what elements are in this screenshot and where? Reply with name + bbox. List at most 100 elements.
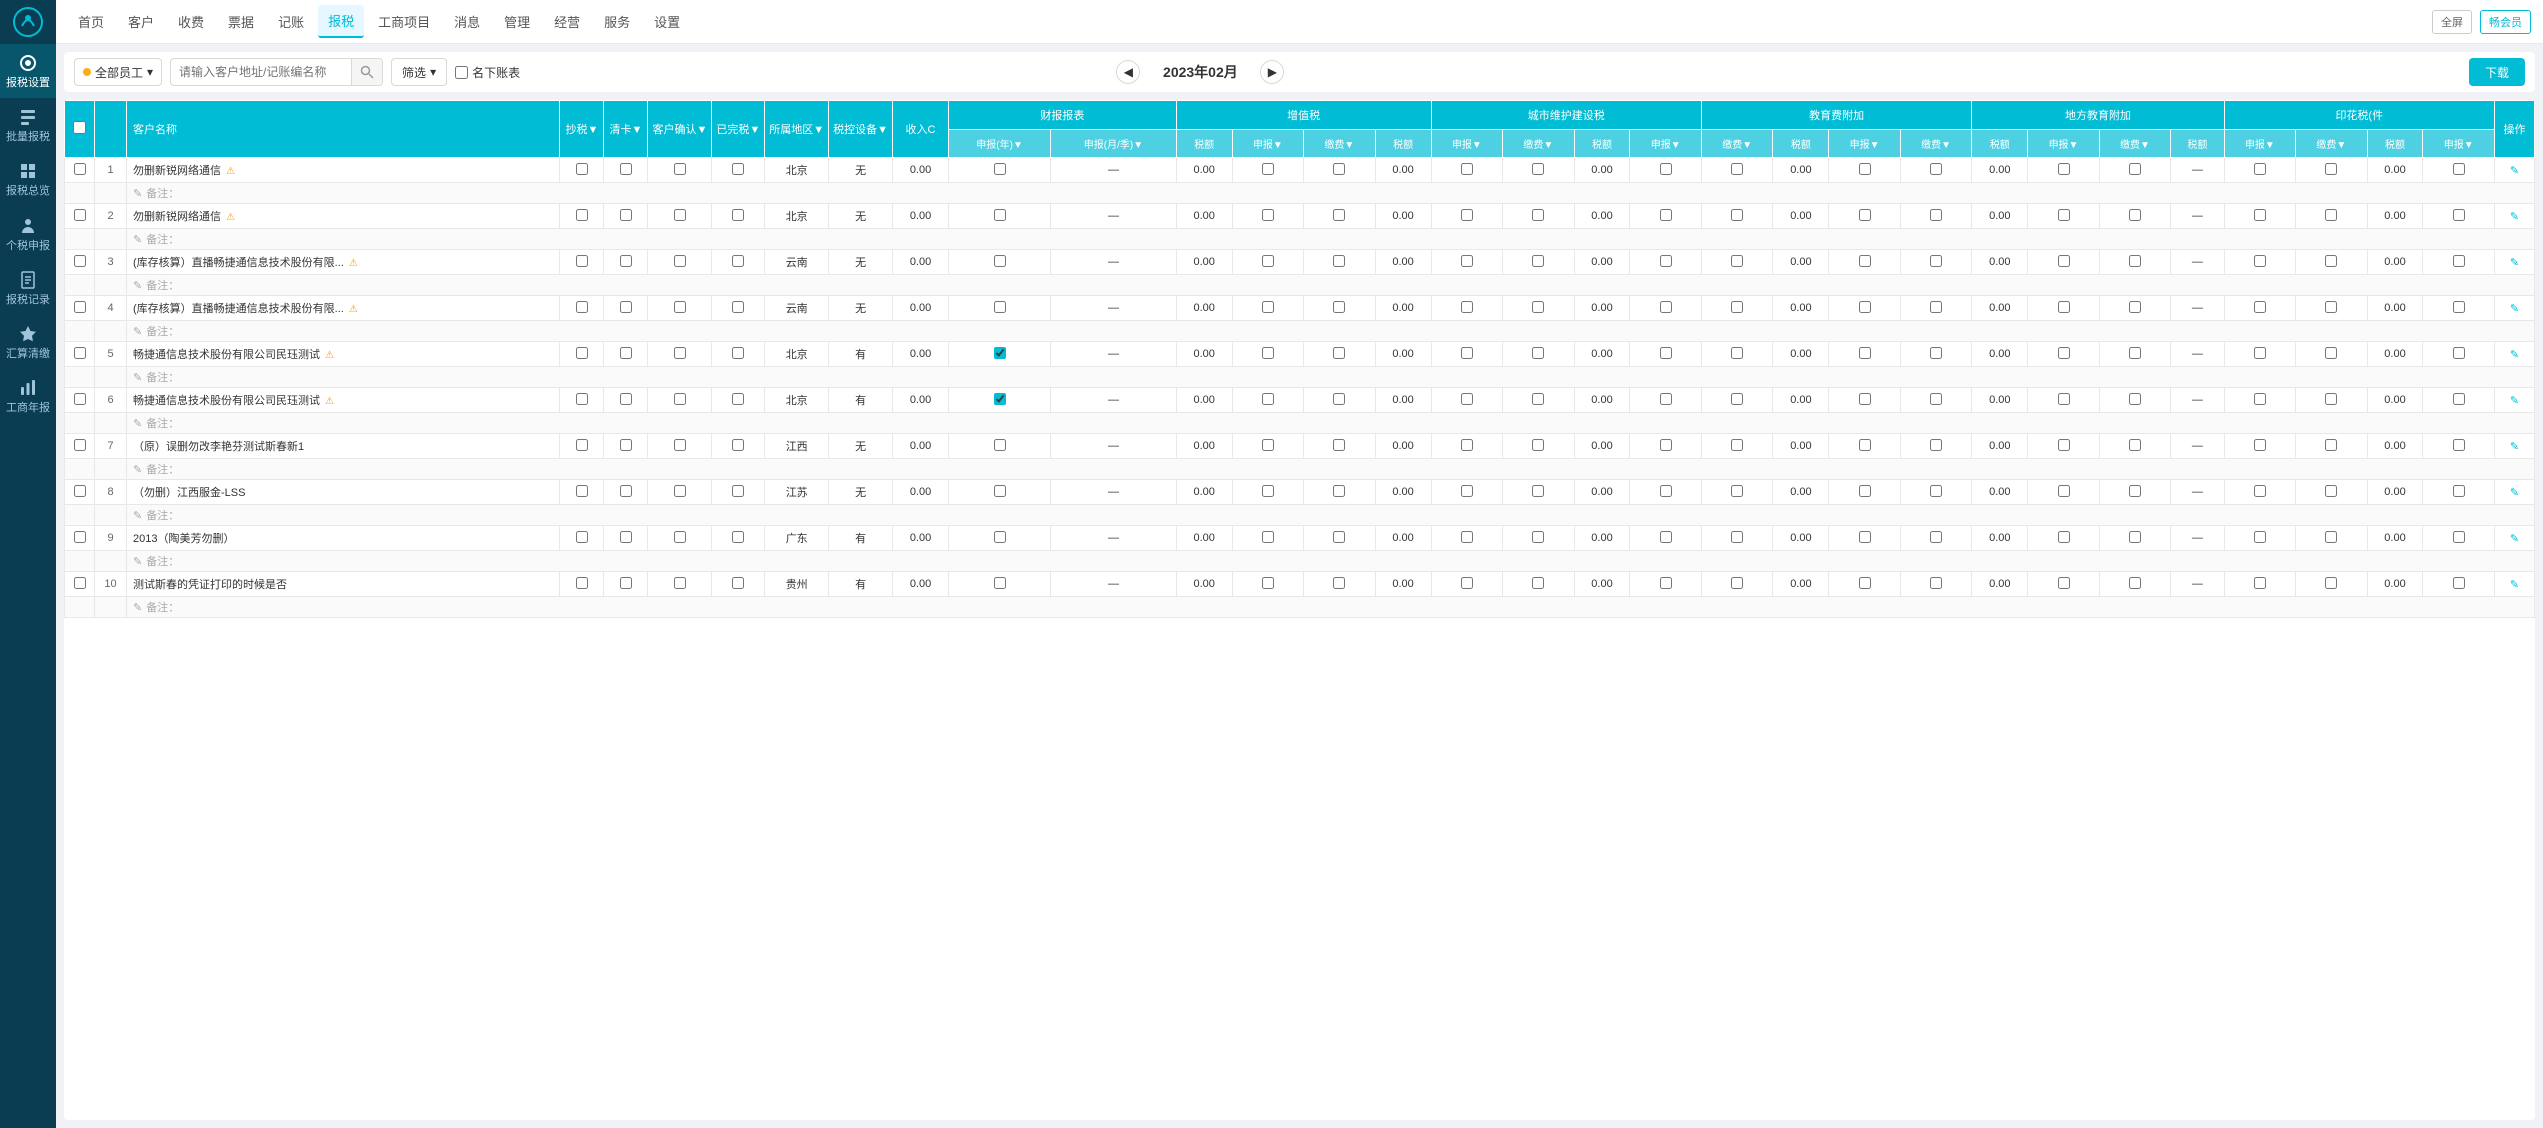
nav-message[interactable]: 消息 [444, 6, 490, 37]
next-month-button[interactable]: ▶ [1260, 60, 1284, 84]
row-cs-shen2[interactable] [1630, 572, 1702, 597]
row-zj-jiao[interactable] [1304, 296, 1376, 321]
row-qingka[interactable] [604, 204, 648, 229]
row-yh-shen2[interactable] [2423, 342, 2495, 367]
search-input[interactable] [171, 65, 351, 79]
th-qingka[interactable]: 清卡▼ [604, 101, 648, 158]
row-yh-shen2[interactable] [2423, 250, 2495, 275]
row-cs-jiao[interactable] [1503, 204, 1575, 229]
row-jy-jiao[interactable] [1701, 388, 1773, 413]
row-cs-shen2[interactable] [1630, 480, 1702, 505]
search-button[interactable] [351, 58, 382, 86]
row-yh-jiao[interactable] [2296, 250, 2368, 275]
row-jy-jiao[interactable] [1701, 250, 1773, 275]
row-yh-shen[interactable] [2224, 158, 2296, 183]
row-df-shen[interactable] [2028, 342, 2100, 367]
row-chaoshui[interactable] [560, 434, 604, 459]
th-yh-shen[interactable]: 申报▼ [2224, 130, 2296, 158]
row-jy-jiao2[interactable] [1900, 342, 1972, 367]
nav-tax[interactable]: 报税 [318, 5, 364, 38]
row-completed[interactable] [712, 250, 765, 275]
row-yh-jiao[interactable] [2296, 158, 2368, 183]
row-zj-shen[interactable] [1232, 480, 1304, 505]
row-yh-shen2[interactable] [2423, 158, 2495, 183]
row-yh-shen2[interactable] [2423, 434, 2495, 459]
row-qingka[interactable] [604, 158, 648, 183]
row-jy-jiao[interactable] [1701, 342, 1773, 367]
row-zj-jiao[interactable] [1304, 526, 1376, 551]
nav-invoice[interactable]: 票据 [218, 6, 264, 37]
row-qingka[interactable] [604, 572, 648, 597]
row-cs-shen[interactable] [1431, 572, 1503, 597]
row-cs-jiao[interactable] [1503, 296, 1575, 321]
nav-accounting[interactable]: 记账 [268, 6, 314, 37]
row-cs-shen[interactable] [1431, 388, 1503, 413]
row-df-jiao[interactable] [2099, 250, 2171, 275]
row-cs-shen2[interactable] [1630, 526, 1702, 551]
row-chaoshui[interactable] [560, 342, 604, 367]
row-yh-jiao[interactable] [2296, 434, 2368, 459]
row-jy-jiao2[interactable] [1900, 526, 1972, 551]
th-cs-jiao[interactable]: 缴费▼ [1503, 130, 1575, 158]
row-df-jiao[interactable] [2099, 158, 2171, 183]
row-yh-jiao[interactable] [2296, 204, 2368, 229]
row-caibao-year[interactable] [949, 204, 1051, 229]
row-jy-shen[interactable] [1829, 388, 1901, 413]
row-cs-shen2[interactable] [1630, 204, 1702, 229]
sidebar-item-piliangshuibao[interactable]: 批量报税 [0, 98, 56, 152]
sidebar-item-gongshangnianbao[interactable]: 工商年报 [0, 369, 56, 423]
row-jy-shen[interactable] [1829, 158, 1901, 183]
row-cs-shen[interactable] [1431, 296, 1503, 321]
row-jy-jiao[interactable] [1701, 480, 1773, 505]
row-yh-shen[interactable] [2224, 434, 2296, 459]
row-cs-shen[interactable] [1431, 204, 1503, 229]
th-zj-shen[interactable]: 申报▼ [1232, 130, 1304, 158]
employee-filter-select[interactable]: 全部员工 ▾ [74, 58, 162, 86]
row-cs-shen2[interactable] [1630, 296, 1702, 321]
row-zj-shen[interactable] [1232, 434, 1304, 459]
row-zj-shen[interactable] [1232, 526, 1304, 551]
row-caibao-year[interactable] [949, 250, 1051, 275]
row-edit[interactable]: ✎ [2495, 204, 2535, 229]
row-checkbox[interactable] [65, 434, 95, 459]
row-df-shen[interactable] [2028, 158, 2100, 183]
row-confirm[interactable] [648, 204, 712, 229]
row-df-jiao[interactable] [2099, 572, 2171, 597]
row-zj-jiao[interactable] [1304, 434, 1376, 459]
sidebar-item-baoshuijilu[interactable]: 报税记录 [0, 261, 56, 315]
sidebar-item-huisuanqingjiao[interactable]: 汇算清缴 [0, 315, 56, 369]
row-edit[interactable]: ✎ [2495, 296, 2535, 321]
row-jy-shen[interactable] [1829, 480, 1901, 505]
row-zj-shen[interactable] [1232, 204, 1304, 229]
row-df-shen[interactable] [2028, 480, 2100, 505]
row-qingka[interactable] [604, 250, 648, 275]
row-cs-shen[interactable] [1431, 158, 1503, 183]
select-all-checkbox[interactable] [73, 121, 86, 134]
row-caibao-year[interactable] [949, 526, 1051, 551]
row-yh-shen[interactable] [2224, 204, 2296, 229]
row-df-jiao[interactable] [2099, 204, 2171, 229]
row-edit[interactable]: ✎ [2495, 572, 2535, 597]
row-confirm[interactable] [648, 388, 712, 413]
row-jy-jiao[interactable] [1701, 434, 1773, 459]
row-jy-shen[interactable] [1829, 296, 1901, 321]
row-edit[interactable]: ✎ [2495, 158, 2535, 183]
row-zj-shen[interactable] [1232, 388, 1304, 413]
row-cs-jiao[interactable] [1503, 526, 1575, 551]
member-button[interactable]: 畅会员 [2480, 10, 2531, 34]
sidebar-item-geshuishenbao[interactable]: 个税申报 [0, 207, 56, 261]
th-taxdevice[interactable]: 税控设备▼ [829, 101, 893, 158]
row-df-jiao[interactable] [2099, 526, 2171, 551]
row-confirm[interactable] [648, 158, 712, 183]
th-caibao-month[interactable]: 申报(月/季)▼ [1051, 130, 1177, 158]
nav-customer[interactable]: 客户 [118, 6, 164, 37]
mingxia-checkbox-label[interactable]: 名下账表 [455, 64, 520, 81]
row-completed[interactable] [712, 296, 765, 321]
row-jy-jiao2[interactable] [1900, 572, 1972, 597]
row-edit[interactable]: ✎ [2495, 250, 2535, 275]
row-cs-shen2[interactable] [1630, 342, 1702, 367]
row-caibao-year[interactable] [949, 296, 1051, 321]
th-chaoshui[interactable]: 抄税▼ [560, 101, 604, 158]
row-df-shen[interactable] [2028, 572, 2100, 597]
row-caibao-year[interactable] [949, 342, 1051, 367]
